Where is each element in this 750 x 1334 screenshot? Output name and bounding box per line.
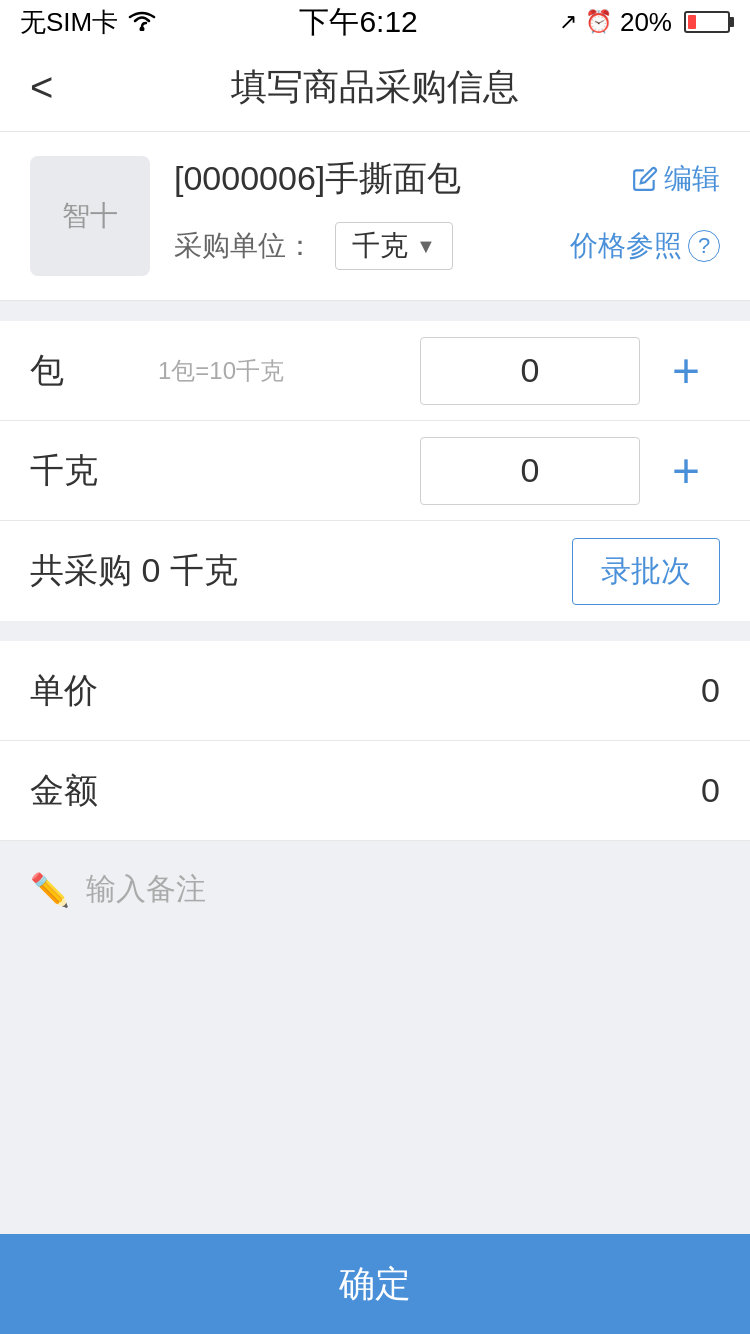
total-unit: 千克: [170, 551, 238, 589]
product-thumb-text: 智十: [62, 197, 118, 235]
pencil-icon: ✏️: [30, 871, 70, 909]
section-divider-2: [0, 621, 750, 641]
status-right: ↗ ⏰ 20%: [559, 7, 730, 38]
unit-row: 采购单位： 千克 ▼ 价格参照 ?: [174, 222, 720, 270]
unit-price-label: 单价: [30, 668, 98, 714]
remark-placeholder: 输入备注: [86, 869, 206, 910]
product-info: [0000006]手撕面包 编辑 采购单位： 千克 ▼ 价格参照 ?: [174, 156, 720, 270]
price-ref-button[interactable]: 价格参照 ?: [570, 227, 720, 265]
status-time: 下午6:12: [299, 2, 417, 43]
product-header: [0000006]手撕面包 编辑: [174, 156, 720, 202]
location-icon: ↗: [559, 9, 577, 35]
product-name: [0000006]手撕面包: [174, 156, 461, 202]
bag-input-row: 包 1包=10千克 0 +: [0, 321, 750, 421]
confirm-button[interactable]: 确定: [0, 1234, 750, 1334]
kg-plus-button[interactable]: +: [652, 437, 720, 505]
total-text: 共采购 0 千克: [30, 548, 238, 594]
batch-button[interactable]: 录批次: [572, 538, 720, 605]
bag-label: 包: [30, 348, 150, 394]
edit-button[interactable]: 编辑: [632, 160, 720, 198]
wifi-icon: [126, 7, 158, 38]
price-ref-label: 价格参照: [570, 227, 682, 265]
carrier-label: 无SIM卡: [20, 5, 118, 40]
unit-select-group: 采购单位： 千克 ▼: [174, 222, 453, 270]
product-card: 智十 [0000006]手撕面包 编辑 采购单位： 千克 ▼ 价格参照: [0, 132, 750, 301]
product-thumbnail: 智十: [30, 156, 150, 276]
chevron-down-icon: ▼: [416, 235, 436, 258]
edit-label: 编辑: [664, 160, 720, 198]
section-divider-1: [0, 301, 750, 321]
bag-plus-button[interactable]: +: [652, 337, 720, 405]
kg-qty-value: 0: [521, 451, 540, 490]
amount-value: 0: [701, 771, 720, 810]
total-value: 0: [141, 551, 160, 589]
kg-qty-input[interactable]: 0: [420, 437, 640, 505]
remark-section[interactable]: ✏️ 输入备注: [0, 841, 750, 961]
edit-icon: [632, 166, 658, 192]
total-label: 共采购: [30, 551, 132, 589]
status-bar: 无SIM卡 下午6:12 ↗ ⏰ 20%: [0, 0, 750, 44]
price-section: 单价 0 金额 0: [0, 641, 750, 841]
bag-qty-value: 0: [521, 351, 540, 390]
back-button[interactable]: <: [30, 65, 53, 110]
alarm-icon: ⏰: [585, 9, 612, 35]
kg-input-row: 千克 0 +: [0, 421, 750, 521]
amount-row: 金额 0: [0, 741, 750, 841]
total-row: 共采购 0 千克 录批次: [0, 521, 750, 621]
amount-label: 金额: [30, 768, 98, 814]
battery-percent: 20%: [620, 7, 672, 38]
unit-price-value: 0: [701, 671, 720, 710]
unit-select[interactable]: 千克 ▼: [335, 222, 453, 270]
bag-sublabel: 1包=10千克: [158, 355, 284, 387]
svg-point-0: [140, 26, 145, 31]
bag-qty-input[interactable]: 0: [420, 337, 640, 405]
status-left: 无SIM卡: [20, 5, 158, 40]
nav-bar: < 填写商品采购信息: [0, 44, 750, 132]
unit-value: 千克: [352, 227, 408, 265]
input-section: 包 1包=10千克 0 + 千克 0 +: [0, 321, 750, 521]
unit-price-row: 单价 0: [0, 641, 750, 741]
question-icon: ?: [688, 230, 720, 262]
page-title: 填写商品采购信息: [231, 63, 519, 112]
unit-label: 采购单位：: [174, 230, 314, 261]
battery-icon: [684, 11, 730, 33]
kg-label: 千克: [30, 448, 150, 494]
